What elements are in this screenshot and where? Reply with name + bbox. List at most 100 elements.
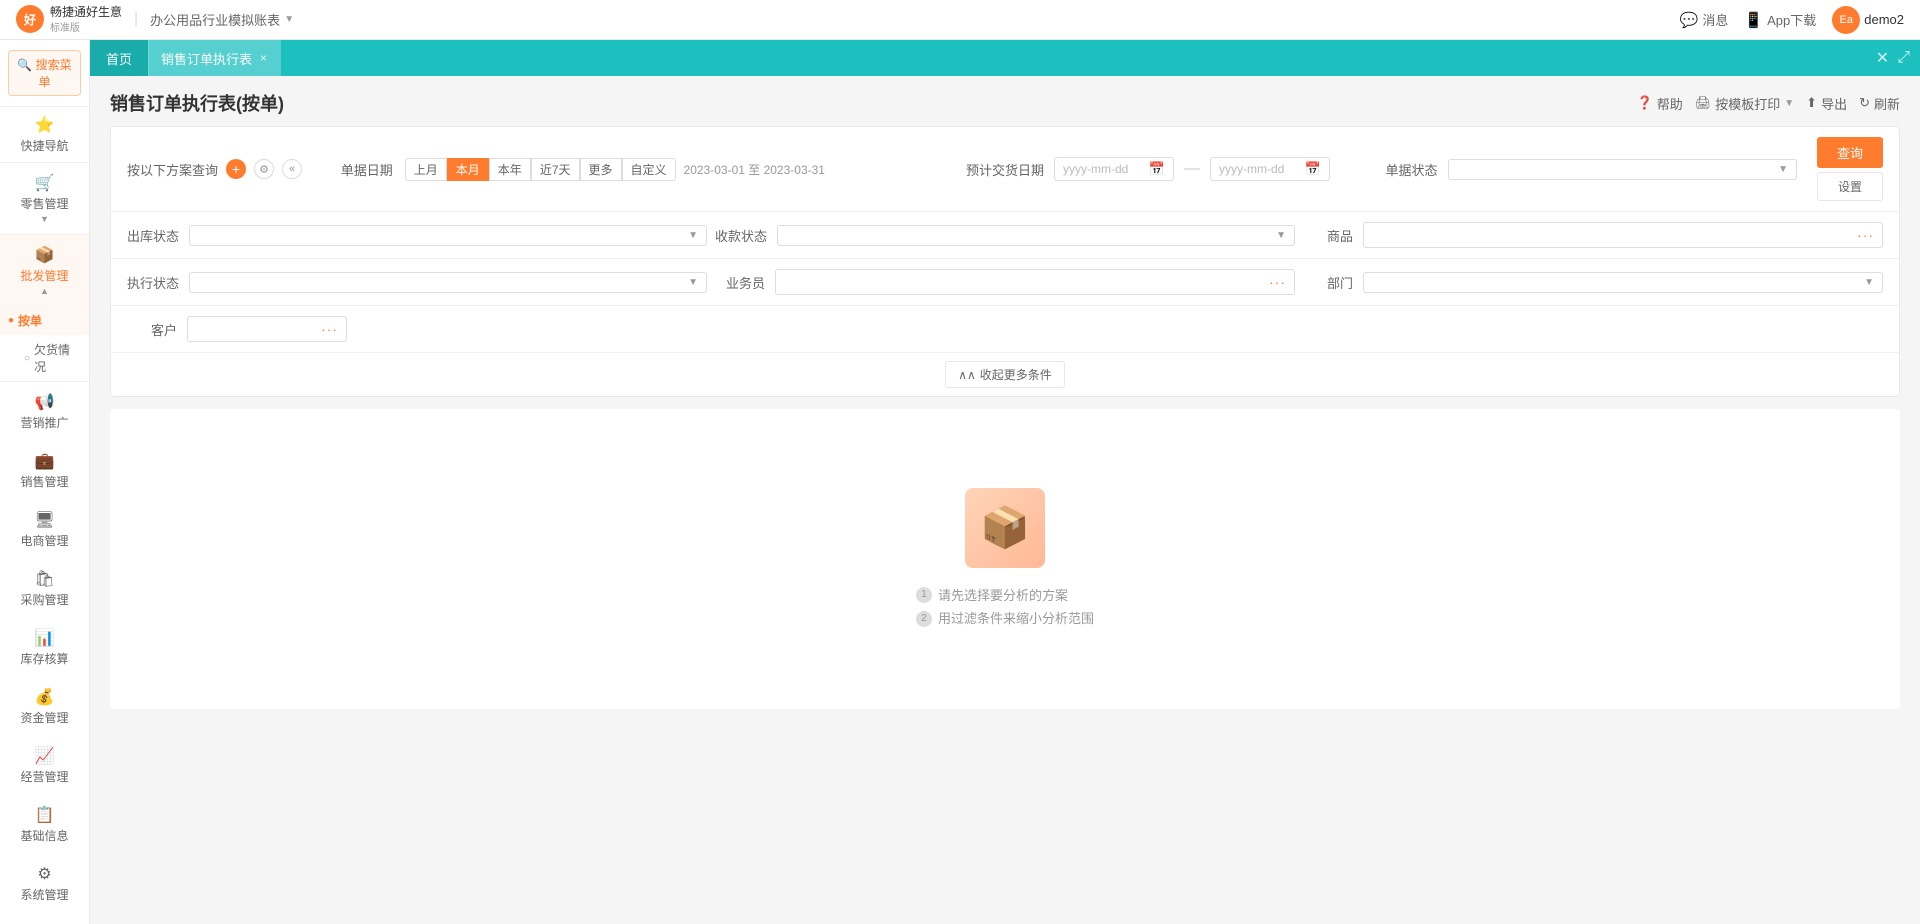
sidebar-item-ecommerce[interactable]: 🖥 电商管理: [0, 500, 89, 559]
search-menu-button[interactable]: 🔍 搜索菜单: [8, 50, 81, 96]
window-expand-button[interactable]: ⤢: [1897, 49, 1910, 67]
app-icon: 📱: [1744, 11, 1763, 29]
expected-date-label: 预计交货日期: [966, 160, 1044, 179]
empty-step-2: 2 用过滤条件来缩小分析范围: [916, 607, 1094, 630]
refresh-button[interactable]: ↻ 刷新: [1859, 94, 1900, 113]
top-bar-right: 💬 消息 📱 App下载 Ea demo2: [1680, 6, 1904, 34]
collection-status-select[interactable]: ▼: [777, 225, 1295, 246]
step-2-number: 2: [916, 611, 932, 627]
retail-icon: 🛒: [35, 173, 55, 193]
department-chevron-icon: ▼: [1864, 277, 1874, 288]
operations-icon: 📈: [35, 746, 55, 766]
page-title: 销售订单执行表(按单): [110, 90, 284, 116]
date-tab-7days[interactable]: 近7天: [531, 158, 580, 181]
user-profile[interactable]: Ea demo2: [1832, 6, 1904, 34]
exec-status-select[interactable]: ▼: [189, 272, 707, 293]
app-title-chevron-icon: ▼: [284, 14, 294, 25]
date-tab-more[interactable]: 更多: [580, 158, 622, 181]
logo-area[interactable]: 好 畅捷通好生意 标准版: [16, 5, 122, 34]
date-range-text: 2023-03-01 至 2023-03-31: [684, 161, 825, 178]
messages-button[interactable]: 💬 消息: [1680, 10, 1729, 29]
wholesale-chevron-icon: ▲: [40, 286, 49, 296]
sidebar-item-operations[interactable]: 📈 经营管理: [0, 736, 89, 795]
salesperson-dots-icon: ···: [1269, 274, 1286, 290]
calendar-end-icon: 📅: [1305, 161, 1321, 177]
filter-settings-button[interactable]: ⚙: [254, 159, 274, 179]
tab-close-icon[interactable]: ×: [258, 49, 269, 67]
sidebar-item-wholesale[interactable]: 📦 批发管理 ▲: [0, 235, 89, 306]
tab-sales-order[interactable]: 销售订单执行表 ×: [148, 40, 281, 76]
calendar-start-icon: 📅: [1149, 161, 1165, 177]
sidebar-sub-item-order[interactable]: ● 按单: [0, 306, 89, 335]
customer-select[interactable]: ···: [187, 316, 347, 342]
tab-home[interactable]: 首页: [90, 40, 148, 76]
department-label: 部门: [1303, 273, 1353, 292]
help-button[interactable]: ❓ 帮助: [1637, 94, 1683, 113]
sidebar-item-sales[interactable]: 💼 销售管理: [0, 441, 89, 500]
bill-status-chevron-icon: ▼: [1778, 164, 1788, 175]
customer-control: 客户 ···: [127, 316, 347, 342]
sidebar-item-inventory[interactable]: 📊 库存核算: [0, 618, 89, 677]
sidebar-item-marketing[interactable]: 📢 营销推广: [0, 382, 89, 441]
sidebar-item-quick-nav[interactable]: ⭐ 快捷导航: [0, 107, 89, 162]
app-title[interactable]: 办公用品行业模拟账表 ▼: [150, 10, 294, 29]
sidebar-item-system[interactable]: ⚙ 系统管理: [0, 854, 89, 913]
date-tab-this-month[interactable]: 本月: [447, 158, 489, 181]
out-status-label: 出库状态: [127, 226, 179, 245]
export-button[interactable]: ⬆ 导出: [1806, 94, 1847, 113]
filter-add-button[interactable]: +: [226, 159, 246, 179]
filter-row-3: 执行状态 ▼ 业务员 ··· 部门: [111, 259, 1899, 306]
exec-status-label: 执行状态: [127, 273, 179, 292]
salesperson-select[interactable]: ···: [775, 269, 1295, 295]
page-header: 销售订单执行表(按单) ❓ 帮助 🖨 按模板打印 ▼ ⬆ 导出: [90, 76, 1920, 126]
bill-status-select[interactable]: ▼: [1448, 159, 1797, 180]
app-download-button[interactable]: 📱 App下载: [1744, 10, 1816, 29]
product-select[interactable]: ···: [1363, 222, 1883, 248]
expected-date-control: 预计交货日期 yyyy-mm-dd 📅 — yyyy-mm-dd 📅: [966, 157, 1378, 181]
order-bullet-icon: ●: [8, 315, 14, 326]
expected-date-end-input[interactable]: yyyy-mm-dd 📅: [1210, 157, 1330, 181]
product-dots-icon: ···: [1857, 227, 1874, 243]
window-close-button[interactable]: ✕: [1876, 48, 1889, 68]
query-button[interactable]: 查询: [1817, 137, 1883, 168]
inventory-icon: 📊: [35, 628, 55, 648]
sidebar-item-retail[interactable]: 🛒 零售管理 ▼: [0, 163, 89, 234]
sidebar-sub-item-shortage[interactable]: ○ 欠货情况: [0, 335, 89, 381]
shortage-bullet-icon: ○: [24, 353, 30, 364]
sidebar-retail-section: 🛒 零售管理 ▼: [0, 163, 89, 235]
salesperson-label: 业务员: [715, 273, 765, 292]
date-tab-last-month[interactable]: 上月: [405, 158, 447, 181]
sidebar-item-purchase[interactable]: 🛍 采购管理: [0, 559, 89, 618]
main-layout: 🔍 搜索菜单 ⭐ 快捷导航 🛒 零售管理 ▼ 📦 批发管理 ▲ ●: [0, 40, 1920, 924]
collection-status-label: 收款状态: [715, 226, 767, 245]
filter-card: 按以下方案查询 + ⚙ « 单据日期 上月 本月 本年 近7天 更多: [110, 126, 1900, 397]
ecommerce-icon: 🖥: [34, 510, 54, 530]
date-tab-custom[interactable]: 自定义: [622, 158, 676, 181]
content-area: 首页 销售订单执行表 × ✕ ⤢ 销售订单执行表(按单) ❓ 帮助: [90, 40, 1920, 924]
sidebar-quick-nav: ⭐ 快捷导航: [0, 107, 89, 163]
date-tab-this-year[interactable]: 本年: [489, 158, 531, 181]
sidebar-item-finance[interactable]: 💰 资金管理: [0, 677, 89, 736]
collection-status-control: 收款状态 ▼: [715, 225, 1295, 246]
quick-nav-icon: ⭐: [35, 115, 55, 135]
logo-text-block: 畅捷通好生意 标准版: [50, 5, 122, 34]
empty-step-1: 1 请先选择要分析的方案: [916, 584, 1094, 607]
top-bar: 好 畅捷通好生意 标准版 | 办公用品行业模拟账表 ▼ 💬 消息 📱 App下载…: [0, 0, 1920, 40]
product-control: 商品 ···: [1303, 222, 1883, 248]
settings-button[interactable]: 设置: [1817, 172, 1883, 201]
collapse-up-icon: ∧∧: [958, 368, 976, 382]
department-select[interactable]: ▼: [1363, 272, 1883, 293]
finance-icon: 💰: [35, 687, 55, 707]
sidebar-item-basic-info[interactable]: 📋 基础信息: [0, 795, 89, 854]
exec-status-chevron-icon: ▼: [688, 277, 698, 288]
bill-status-label: 单据状态: [1386, 160, 1438, 179]
empty-state-image: 📦: [965, 488, 1045, 568]
marketing-icon: 📢: [35, 392, 55, 412]
print-button[interactable]: 🖨 按模板打印 ▼: [1695, 94, 1794, 113]
collapse-filters-button[interactable]: ∧∧ 收起更多条件: [945, 361, 1065, 388]
expected-date-start-input[interactable]: yyyy-mm-dd 📅: [1054, 157, 1174, 181]
filter-collapse-button[interactable]: «: [282, 159, 302, 179]
message-icon: 💬: [1680, 11, 1699, 29]
sidebar-item-enterprise[interactable]: 🤝 企业协同: [0, 913, 89, 924]
out-status-select[interactable]: ▼: [189, 225, 707, 246]
